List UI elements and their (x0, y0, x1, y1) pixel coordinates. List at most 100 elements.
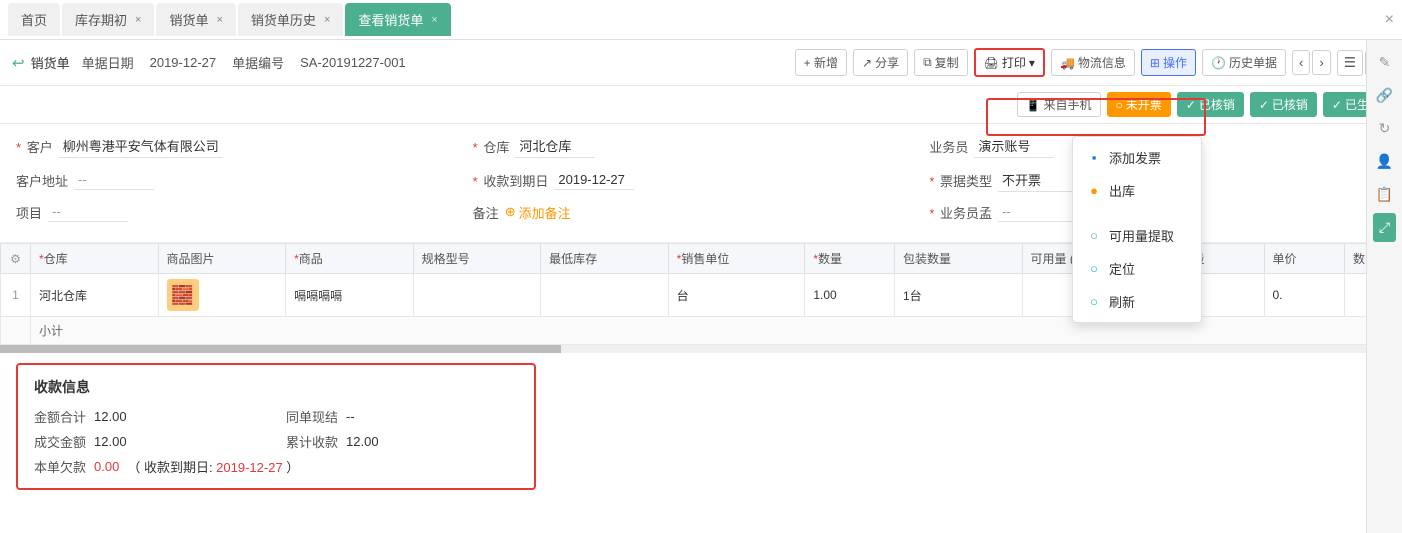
sidebar-history-icon[interactable]: 📋 (1370, 180, 1399, 209)
not-opened-icon: ○ (1116, 98, 1123, 112)
menu-add-invoice[interactable]: ▪ 添加发票 (1073, 141, 1201, 174)
tab-inventory-init-label: 库存期初 (75, 10, 127, 29)
doc-date-label: 单据日期 (82, 53, 134, 72)
sidebar-expand-icon[interactable]: ⤢ (1373, 213, 1396, 242)
address-field: 客户地址 -- (16, 170, 473, 190)
tab-sales-order-label: 销货单 (169, 10, 208, 29)
warehouse-required-mark: * (473, 140, 478, 155)
verified-icon: ✓ (1186, 98, 1196, 112)
not-opened-button[interactable]: ○ 未开票 (1107, 92, 1171, 117)
row-quantity-cell: 1.00 (805, 274, 895, 317)
due-date-field: * 收款到期日 2019-12-27 (473, 170, 930, 190)
cumulative-receipt-value: 12.00 (346, 434, 379, 449)
sidebar-edit-icon[interactable]: ✎ (1373, 48, 1397, 77)
customer-value[interactable]: 柳州粤港平安气体有限公司 (59, 134, 223, 158)
print-label: 打印 (1002, 54, 1026, 71)
order-due-row: 本单欠款 0.00 （ 收款到期日: 2019-12-27 ） (34, 457, 518, 476)
col-product: *商品 (286, 244, 414, 274)
amount-total-label: 金额合计 (34, 407, 86, 426)
copy-button[interactable]: ⧉ 复制 (914, 49, 968, 76)
col-min-stock: 最低库存 (541, 244, 669, 274)
tab-inventory-init-close[interactable]: × (135, 14, 141, 26)
operations-label: 操作 (1163, 54, 1187, 71)
add-note-icon: ⊕ (505, 204, 516, 220)
add-invoice-label: 添加发票 (1109, 148, 1161, 167)
order-due-note: （ 收款到期日: 2019-12-27 ） (127, 457, 299, 476)
project-field: 项目 -- (16, 202, 473, 222)
share-label: 分享 (875, 54, 899, 71)
project-label: 项目 (16, 203, 42, 222)
sidebar-refresh-icon[interactable]: ↻ (1373, 114, 1397, 143)
row-warehouse-cell: 河北仓库 (31, 274, 159, 317)
tab-sales-order-close[interactable]: × (216, 14, 222, 26)
history-button[interactable]: 🕐 历史单据 (1202, 49, 1286, 76)
warehouse-value[interactable]: 河北仓库 (515, 134, 595, 158)
share-button[interactable]: ↗ 分享 (853, 49, 908, 76)
global-close-button[interactable]: × (1385, 11, 1394, 29)
menu-available-qty[interactable]: ○ 可用量提取 (1073, 219, 1201, 252)
tab-home[interactable]: 首页 (8, 3, 60, 36)
add-note-button[interactable]: ⊕ 添加备注 (505, 203, 571, 222)
from-phone-button[interactable]: 📱 来自手机 (1017, 92, 1101, 117)
col-sales-unit: *销售单位 (668, 244, 805, 274)
verified-button[interactable]: ✓ 已核销 (1177, 92, 1244, 117)
menu-refresh[interactable]: ○ 刷新 (1073, 285, 1201, 318)
tab-view-sales-close[interactable]: × (431, 14, 437, 26)
logistics-icon: 🚚 (1060, 56, 1075, 70)
operations-button[interactable]: ⊞ 操作 (1141, 49, 1196, 76)
due-date-value[interactable]: 2019-12-27 (554, 170, 634, 190)
ticket-type-label: * 票据类型 (929, 171, 992, 190)
print-icon: 🖨 (984, 56, 999, 70)
tab-inventory-init[interactable]: 库存期初 × (62, 3, 154, 36)
horizontal-scrollbar[interactable] (0, 345, 1402, 353)
already-verified-button[interactable]: ✓ 已核销 (1250, 92, 1317, 117)
tab-home-label: 首页 (21, 10, 47, 29)
subtotal-label-cell (1, 317, 31, 345)
logistics-label: 物流信息 (1078, 54, 1126, 71)
tab-sales-order[interactable]: 销货单 × (156, 3, 235, 36)
sidebar-link-icon[interactable]: 🔗 (1370, 81, 1399, 110)
amount-total-row: 金额合计 12.00 (34, 407, 266, 426)
address-label: 客户地址 (16, 171, 68, 190)
doc-actions: + 新增 ↗ 分享 ⧉ 复制 🖨 打印 ▾ 🚚 物流信息 ⊞ 操作 (795, 48, 1390, 77)
already-verified-icon: ✓ (1259, 98, 1269, 112)
same-order-value: -- (346, 409, 355, 424)
ticket-required-mark: * (929, 174, 934, 189)
from-phone-label: 来自手机 (1043, 96, 1091, 113)
main-content: ↩ 销货单 单据日期 2019-12-27 单据编号 SA-20191227-0… (0, 40, 1402, 533)
tab-sales-history-label: 销货单历史 (251, 10, 316, 29)
history-label: 历史单据 (1229, 54, 1277, 71)
product-img-icon: 🧱 (171, 285, 193, 306)
transaction-amount-label: 成交金额 (34, 432, 86, 451)
amount-total-value: 12.00 (94, 409, 127, 424)
prev-button[interactable]: ‹ (1292, 50, 1310, 75)
menu-locate[interactable]: ○ 定位 (1073, 252, 1201, 285)
next-button[interactable]: › (1312, 50, 1330, 75)
row-product-cell: 嗝嗝嗝嗝 (286, 274, 414, 317)
sales-staff-required-mark: * (929, 206, 934, 221)
col-product-img: 商品图片 (158, 244, 286, 274)
address-value: -- (74, 170, 154, 190)
note-field: 备注 ⊕ 添加备注 (473, 203, 930, 222)
tab-sales-history-close[interactable]: × (324, 14, 330, 26)
sidebar-user-icon[interactable]: 👤 (1370, 147, 1399, 176)
col-quantity: *数量 (805, 244, 895, 274)
nav-arrows: ‹ › (1292, 50, 1331, 75)
sales-staff-label: * 业务员孟 (929, 203, 992, 222)
tab-bar: 首页 库存期初 × 销货单 × 销货单历史 × 查看销货单 × × (0, 0, 1402, 40)
add-invoice-icon: ▪ (1087, 151, 1101, 165)
list-view-button[interactable]: ☰ (1337, 50, 1363, 76)
tab-sales-history[interactable]: 销货单历史 × (238, 3, 343, 36)
col-pack-qty: 包装数量 (894, 244, 1022, 274)
order-due-value: 0.00 (94, 459, 119, 474)
new-button[interactable]: + 新增 (795, 49, 847, 76)
logistics-button[interactable]: 🚚 物流信息 (1051, 49, 1135, 76)
sales-staff-value: -- (998, 202, 1078, 222)
tab-view-sales[interactable]: 查看销货单 × (345, 3, 450, 36)
doc-title: ↩ 销货单 (12, 53, 70, 72)
print-button[interactable]: 🖨 打印 ▾ (974, 48, 1045, 77)
locate-icon: ○ (1087, 262, 1101, 276)
row-num-cell: 1 (1, 274, 31, 317)
menu-outbound[interactable]: ● 出库 (1073, 174, 1201, 207)
col-settings[interactable]: ⚙ (1, 244, 31, 274)
